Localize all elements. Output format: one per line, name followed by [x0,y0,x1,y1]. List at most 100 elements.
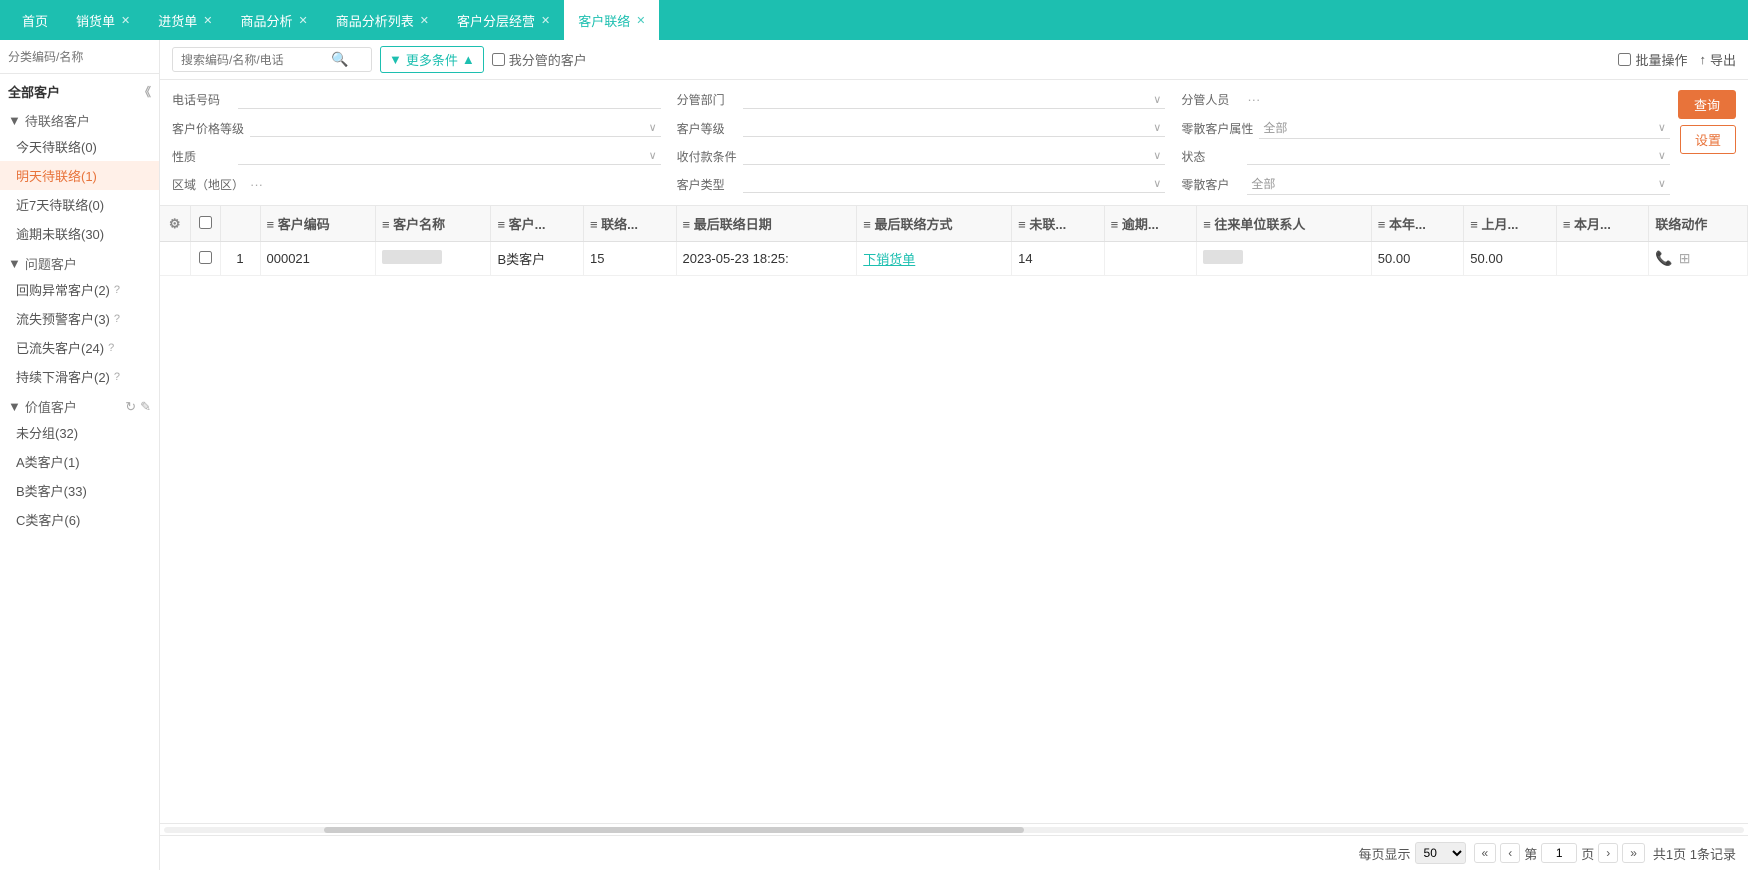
sidebar-item-overdue[interactable]: 逾期未联络(30) [0,219,159,248]
row-checkbox[interactable] [199,251,212,264]
filter-row-3: 性质 ∨ 收付款条件 ∨ [172,147,1670,165]
filter-row-1: 电话号码 分管部门 ∨ 分管人员 ··· [172,90,1670,109]
nav-purchase-order[interactable]: 进货单 ✕ [144,0,226,40]
filter-person: 分管人员 ··· [1181,91,1670,108]
sidebar-all-customers[interactable]: 全部客户 《 [0,74,159,105]
horizontal-scrollbar[interactable] [160,823,1748,835]
close-icon[interactable]: ✕ [299,14,308,27]
filter-customer-type: 客户类型 ∨ [677,175,1166,193]
query-button[interactable]: 查询 [1678,90,1736,119]
scrollbar-thumb[interactable] [324,827,1024,833]
nav-customer-tier[interactable]: 客户分层经营 ✕ [443,0,564,40]
table-row: 1 000021 B类客户 15 [160,242,1748,276]
td-uncontacted: 14 [1012,242,1105,276]
filter-retail: 零散客户 全部 ∨ [1181,173,1670,195]
customer-level-filter-select[interactable]: ∨ [743,119,1166,137]
th-unit-contact: ≡ 往来单位联系人 [1197,206,1372,242]
sidebar-item-7days[interactable]: 近7天待联络(0) [0,190,159,219]
region-filter-dots[interactable]: ··· [250,177,661,192]
more-filters-button[interactable]: ▼ 更多条件 ▲ [380,46,484,73]
td-last-contact-method: 下销货单 [857,242,1012,276]
page-size-select[interactable]: 50 100 200 [1415,842,1466,864]
sidebar-item-c-class[interactable]: C类客户(6) [0,505,159,534]
td-num: 1 [220,242,260,276]
my-customers-checkbox[interactable] [492,53,505,66]
nav-home[interactable]: 首页 [8,0,62,40]
th-contact-count: ≡ 联络... [583,206,676,242]
prev-page-button[interactable]: ‹ [1500,843,1520,863]
chevron-down-icon: ∨ [649,121,657,134]
sidebar-group-value[interactable]: ▼ 价值客户 ↻ ✎ [0,391,159,418]
phone-action-icon[interactable]: 📞 [1655,250,1672,267]
search-icon[interactable]: 🔍 [331,51,348,68]
nav-product-analysis[interactable]: 商品分析 ✕ [226,0,321,40]
close-icon[interactable]: ✕ [636,14,645,27]
first-page-button[interactable]: « [1474,843,1497,863]
sidebar-item-today[interactable]: 今天待联络(0) [0,132,159,161]
sidebar-group-problem[interactable]: ▼ 问题客户 [0,248,159,275]
set-button[interactable]: 设置 [1680,125,1736,154]
payment-terms-filter-select[interactable]: ∨ [743,147,1166,165]
th-category: ≡ 客户... [491,206,584,242]
data-table: ⚙ ≡ 客户编码 ≡ 客户名称 ≡ 客户... [160,206,1748,276]
page-number-input[interactable] [1541,843,1577,863]
th-uncontacted: ≡ 未联... [1012,206,1105,242]
close-icon[interactable]: ✕ [420,14,429,27]
td-contact-count: 15 [583,242,676,276]
refresh-icon[interactable]: ↻ [125,399,136,415]
batch-operation-button[interactable]: 批量操作 [1618,50,1687,69]
sidebar-item-repurchase-abnormal[interactable]: 回购异常客户(2) ? [0,275,159,304]
chevron-down-icon: ∨ [1658,121,1666,134]
last-page-button[interactable]: » [1622,843,1645,863]
close-icon[interactable]: ✕ [541,14,550,27]
customer-type-filter-select[interactable]: ∨ [743,175,1166,193]
th-overdue: ≡ 逾期... [1104,206,1197,242]
nature-filter-select[interactable]: ∨ [238,147,661,165]
dept-filter-select[interactable]: ∨ [743,91,1166,109]
data-table-area: ⚙ ≡ 客户编码 ≡ 客户名称 ≡ 客户... [160,206,1748,823]
person-filter-dots[interactable]: ··· [1247,92,1670,107]
sidebar-group-pending[interactable]: ▼ 待联络客户 [0,105,159,132]
sidebar-item-declining[interactable]: 持续下滑客户(2) ? [0,362,159,391]
phone-filter-input[interactable] [238,90,661,109]
retail-attr-filter-select[interactable]: 全部 ∨ [1259,117,1670,139]
close-icon[interactable]: ✕ [203,14,212,27]
question-icon: ? [114,313,120,325]
close-icon[interactable]: ✕ [121,14,130,27]
batch-checkbox[interactable] [1618,53,1631,66]
sidebar: 🔍 全部客户 《 ▼ 待联络客户 今天待联络(0) 明天待联络(1) 近7天待联… [0,40,160,870]
sidebar-item-tomorrow[interactable]: 明天待联络(1) [0,161,159,190]
main-layout: 🔍 全部客户 《 ▼ 待联络客户 今天待联络(0) 明天待联络(1) 近7天待联… [0,40,1748,870]
collapse-icon[interactable]: 《 [139,83,151,100]
nav-customer-contact[interactable]: 客户联络 ✕ [564,0,659,40]
th-customer-code: ≡ 客户编码 [260,206,375,242]
page-size-container: 每页显示 50 100 200 [1359,842,1466,864]
sidebar-item-churn-warning[interactable]: 流失预警客户(3) ? [0,304,159,333]
sidebar-item-a-class[interactable]: A类客户(1) [0,447,159,476]
sidebar-item-ungrouped[interactable]: 未分组(32) [0,418,159,447]
nav-product-analysis-list[interactable]: 商品分析列表 ✕ [322,0,443,40]
status-filter-select[interactable]: ∨ [1247,147,1670,165]
blurred-name [382,250,442,264]
sidebar-item-b-class[interactable]: B类客户(33) [0,476,159,505]
th-last-contact-method: ≡ 最后联络方式 [857,206,1012,242]
select-all-checkbox[interactable] [199,216,212,229]
top-nav: 首页 销货单 ✕ 进货单 ✕ 商品分析 ✕ 商品分析列表 ✕ 客户分层经营 ✕ … [0,0,1748,40]
td-customer-code: 000021 [260,242,375,276]
nav-sales-order[interactable]: 销货单 ✕ [62,0,144,40]
next-page-button[interactable]: › [1598,843,1618,863]
qr-action-icon[interactable]: ⊞ [1679,250,1691,267]
my-customers-checkbox-label[interactable]: 我分管的客户 [492,50,587,69]
gear-icon[interactable]: ⚙ [169,216,181,231]
td-customer-name [375,242,490,276]
edit-icon[interactable]: ✎ [140,399,151,415]
action-icons: 📞 ⊞ [1655,250,1741,267]
retail-filter-select[interactable]: 全部 ∨ [1247,173,1670,195]
sidebar-item-churned[interactable]: 已流失客户(24) ? [0,333,159,362]
export-button[interactable]: ↑ 导出 [1699,50,1736,69]
search-input[interactable] [181,53,331,67]
sidebar-search-input[interactable] [8,50,160,64]
question-icon: ? [108,342,114,354]
price-level-filter-select[interactable]: ∨ [250,119,661,137]
th-action: 联络动作 [1649,206,1748,242]
